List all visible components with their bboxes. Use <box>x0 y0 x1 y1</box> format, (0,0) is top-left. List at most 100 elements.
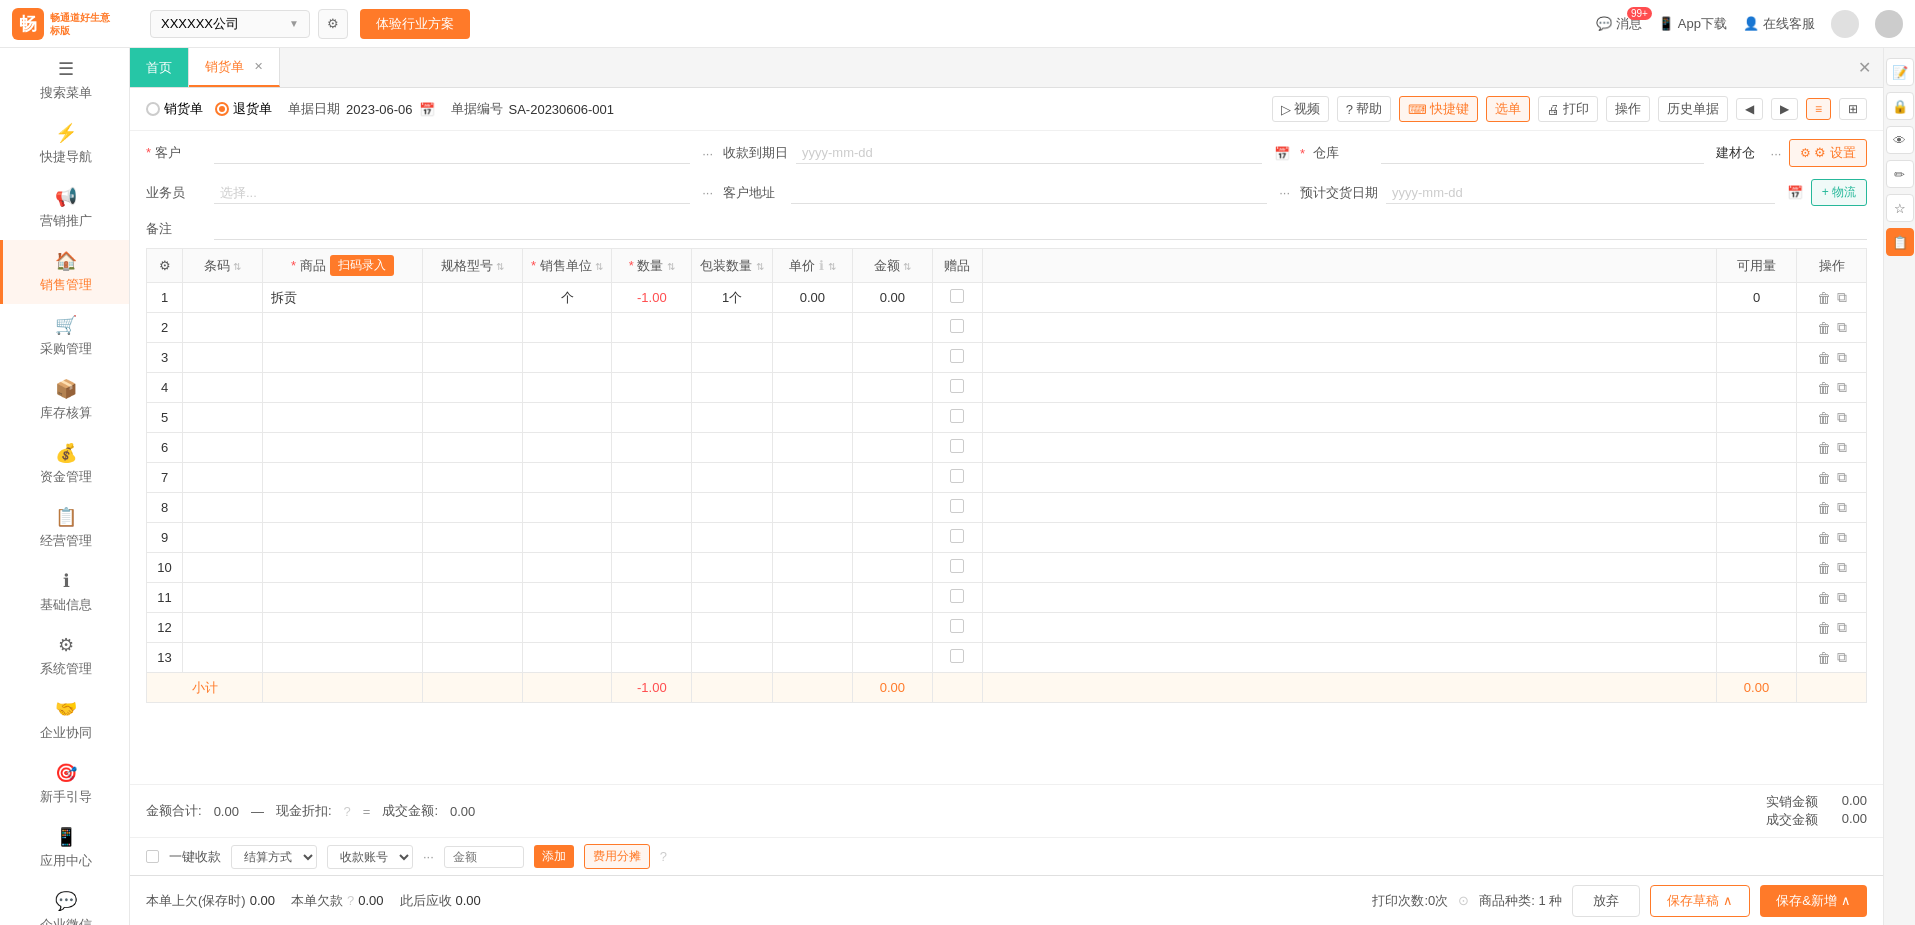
gift-checkbox[interactable] <box>950 529 964 543</box>
delete-row-icon[interactable]: 🗑 <box>1817 590 1831 606</box>
warehouse-more-icon[interactable]: ··· <box>1771 146 1782 161</box>
salesperson-input[interactable] <box>214 182 690 204</box>
company-selector[interactable]: XXXXXX公司 ▼ <box>150 10 310 38</box>
rp-lock-btn[interactable]: 🔒 <box>1886 92 1914 120</box>
row-pkg-qty[interactable] <box>692 433 773 463</box>
tab-home[interactable]: 首页 <box>130 48 189 87</box>
row-barcode[interactable] <box>183 433 263 463</box>
row-gift[interactable] <box>932 373 982 403</box>
row-qty[interactable] <box>612 463 692 493</box>
delete-row-icon[interactable]: 🗑 <box>1817 290 1831 306</box>
row-barcode[interactable] <box>183 523 263 553</box>
row-goods[interactable] <box>263 403 423 433</box>
row-barcode[interactable] <box>183 313 263 343</box>
row-gift[interactable] <box>932 583 982 613</box>
row-spec[interactable] <box>423 283 523 313</box>
radio-return-order[interactable]: 退货单 <box>215 100 272 118</box>
row-goods[interactable] <box>263 553 423 583</box>
row-goods[interactable] <box>263 433 423 463</box>
warehouse-input[interactable] <box>1381 142 1703 164</box>
company-settings-button[interactable]: ⚙ <box>318 9 348 39</box>
sidebar-item-search[interactable]: ☰ 搜索菜单 <box>0 48 129 112</box>
row-amount[interactable] <box>852 343 932 373</box>
help-btn[interactable]: ? 帮助 <box>1337 96 1391 122</box>
delete-row-icon[interactable]: 🗑 <box>1817 500 1831 516</box>
close-window-icon[interactable]: ✕ <box>1858 58 1871 77</box>
expected-calendar-icon[interactable]: 📅 <box>1787 185 1803 200</box>
row-amount[interactable] <box>852 433 932 463</box>
collection-date-input[interactable] <box>796 142 1262 164</box>
row-spec[interactable] <box>423 613 523 643</box>
row-gift[interactable] <box>932 283 982 313</box>
copy-row-icon[interactable]: ⧉ <box>1837 379 1847 396</box>
row-qty[interactable]: -1.00 <box>612 283 692 313</box>
select-order-btn[interactable]: 选单 <box>1486 96 1530 122</box>
row-goods[interactable] <box>263 583 423 613</box>
delete-row-icon[interactable]: 🗑 <box>1817 560 1831 576</box>
row-amount[interactable] <box>852 553 932 583</box>
row-price[interactable] <box>772 403 852 433</box>
row-amount[interactable] <box>852 373 932 403</box>
list-view-btn[interactable]: ≡ <box>1806 98 1831 120</box>
copy-row-icon[interactable]: ⧉ <box>1837 649 1847 666</box>
sidebar-item-marketing[interactable]: 📢 营销推广 <box>0 176 129 240</box>
gift-checkbox[interactable] <box>950 649 964 663</box>
current-owe-help-icon[interactable]: ? <box>347 893 354 908</box>
row-spec[interactable] <box>423 523 523 553</box>
copy-row-icon[interactable]: ⧉ <box>1837 319 1847 336</box>
copy-row-icon[interactable]: ⧉ <box>1837 499 1847 516</box>
row-barcode[interactable] <box>183 463 263 493</box>
row-price[interactable] <box>772 343 852 373</box>
gift-checkbox[interactable] <box>950 289 964 303</box>
row-spec[interactable] <box>423 643 523 673</box>
row-amount[interactable] <box>852 523 932 553</box>
shortcut-btn[interactable]: ⌨ 快捷键 <box>1399 96 1478 122</box>
th-settings[interactable]: ⚙ <box>147 249 183 283</box>
row-price[interactable] <box>772 433 852 463</box>
delete-row-icon[interactable]: 🗑 <box>1817 350 1831 366</box>
row-amount[interactable] <box>852 403 932 433</box>
price-info-icon[interactable]: ℹ <box>819 258 824 273</box>
one-click-checkbox[interactable] <box>146 850 159 863</box>
row-spec[interactable] <box>423 313 523 343</box>
copy-row-icon[interactable]: ⧉ <box>1837 559 1847 576</box>
row-gift[interactable] <box>932 403 982 433</box>
customer-more-icon[interactable]: ··· <box>702 146 713 161</box>
row-goods[interactable] <box>263 313 423 343</box>
customer-input[interactable] <box>214 142 690 164</box>
row-qty[interactable] <box>612 643 692 673</box>
sidebar-item-operations[interactable]: 📋 经营管理 <box>0 496 129 560</box>
row-amount[interactable] <box>852 313 932 343</box>
row-price[interactable] <box>772 583 852 613</box>
row-unit[interactable] <box>523 463 612 493</box>
goods-type-icon[interactable]: ⊙ <box>1458 893 1469 908</box>
gift-checkbox[interactable] <box>950 559 964 573</box>
rp-eye-btn[interactable]: 👁 <box>1886 126 1914 154</box>
scan-button[interactable]: 扫码录入 <box>330 255 394 276</box>
row-goods[interactable] <box>263 343 423 373</box>
row-pkg-qty[interactable] <box>692 373 773 403</box>
online-support-button[interactable]: 👤 在线客服 <box>1743 15 1815 33</box>
account-select[interactable]: 收款账号 <box>327 845 413 869</box>
row-barcode[interactable] <box>183 643 263 673</box>
delete-row-icon[interactable]: 🗑 <box>1817 320 1831 336</box>
radio-sales-order[interactable]: 销货单 <box>146 100 203 118</box>
payment-help-icon[interactable]: ? <box>660 849 667 864</box>
gift-checkbox[interactable] <box>950 379 964 393</box>
delete-row-icon[interactable]: 🗑 <box>1817 380 1831 396</box>
address-more-icon[interactable]: ··· <box>1279 185 1290 200</box>
collection-calendar-icon[interactable]: 📅 <box>1274 146 1290 161</box>
row-unit[interactable] <box>523 613 612 643</box>
tab-sales-order[interactable]: 销货单 ✕ <box>189 48 280 87</box>
row-amount[interactable] <box>852 463 932 493</box>
row-amount[interactable] <box>852 493 932 523</box>
row-pkg-qty[interactable] <box>692 343 773 373</box>
delete-row-icon[interactable]: 🗑 <box>1817 650 1831 666</box>
tab-close-icon[interactable]: ✕ <box>254 60 263 73</box>
trial-button[interactable]: 体验行业方案 <box>360 9 470 39</box>
row-qty[interactable] <box>612 493 692 523</box>
row-spec[interactable] <box>423 433 523 463</box>
row-qty[interactable] <box>612 613 692 643</box>
row-unit[interactable] <box>523 553 612 583</box>
app-download-button[interactable]: 📱 App下载 <box>1658 15 1727 33</box>
